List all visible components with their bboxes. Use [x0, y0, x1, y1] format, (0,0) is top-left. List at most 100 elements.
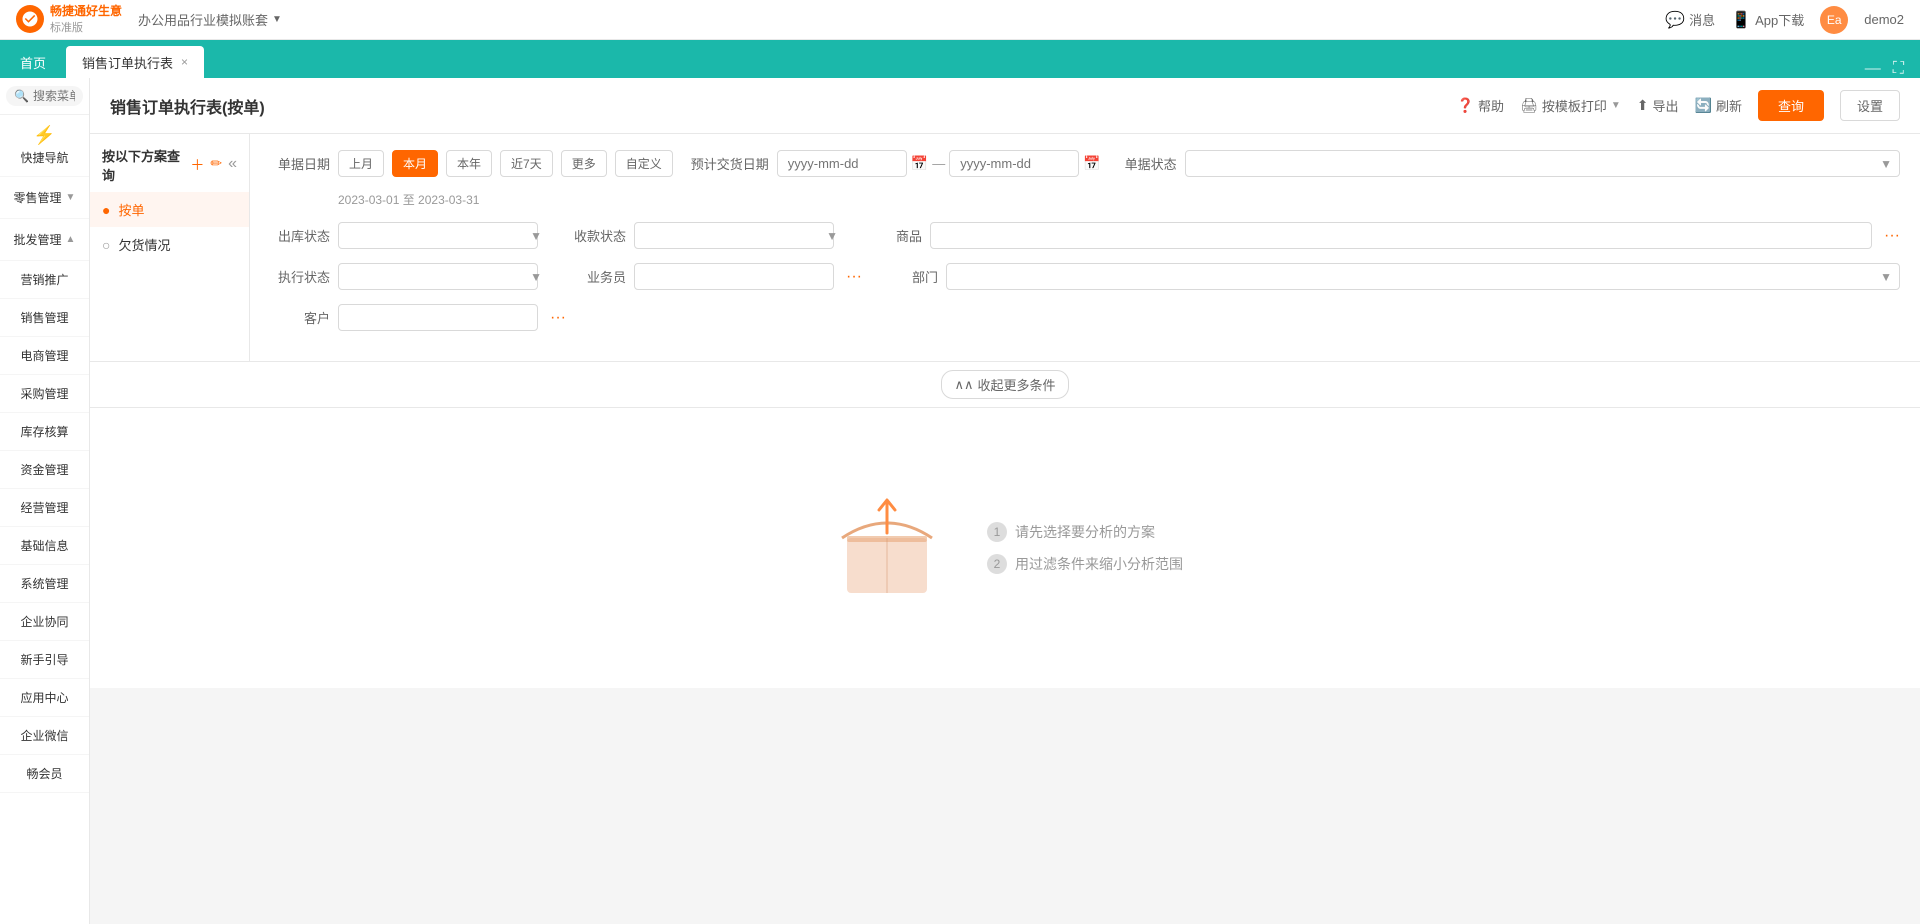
print-button[interactable]: 🖨 按模板打印 ▼: [1520, 96, 1621, 115]
sidebar-item-label: 库存核算: [20, 423, 68, 440]
search-input[interactable]: [33, 89, 75, 103]
out-status-select[interactable]: [338, 222, 538, 249]
app-download-action[interactable]: 📱 App下载: [1731, 10, 1804, 30]
date-btn-this-month[interactable]: 本月: [392, 150, 438, 177]
top-nav: 畅捷通好生意 标准版 办公用品行业模拟账套 ▼ 💬 消息 📱 App下载 Ea …: [0, 0, 1920, 40]
sidebar-item-newbie[interactable]: 新手引导: [0, 641, 89, 679]
filter-nav-by-owe[interactable]: ○ 欠货情况: [90, 227, 249, 262]
add-scheme-icon[interactable]: ＋: [190, 155, 204, 175]
goods-input[interactable]: [930, 222, 1872, 249]
sidebar-item-apps[interactable]: 应用中心: [0, 679, 89, 717]
message-label: 消息: [1689, 10, 1715, 29]
nav-dropdown[interactable]: 办公用品行业模拟账套 ▼: [130, 6, 290, 33]
empty-state: 1 请先选择要分析的方案 2 用过滤条件来缩小分析范围: [90, 408, 1920, 688]
date-btn-custom[interactable]: 自定义: [615, 150, 673, 177]
export-button[interactable]: ⬆ 导出: [1637, 96, 1679, 115]
payment-status-select[interactable]: [634, 222, 834, 249]
filter-form: 单据日期 上月 本月 本年 近7天 更多 自定义 预计交货日期: [250, 134, 1920, 361]
tip-text-2: 用过滤条件来缩小分析范围: [1015, 554, 1183, 574]
empty-illustration: [827, 488, 947, 608]
dept-select-wrap: ▼: [946, 263, 1900, 290]
chevron-icon: ▼: [66, 192, 76, 203]
payment-status-label: 收款状态: [566, 226, 626, 245]
date-separator: —: [932, 156, 945, 171]
salesman-label: 业务员: [566, 267, 626, 286]
avatar-text: Ea: [1827, 13, 1842, 27]
salesman-group: 业务员 ···: [566, 263, 862, 290]
sidebar-item-purchase[interactable]: 采购管理: [0, 375, 89, 413]
filter-sidebar-actions: ＋ ✏ «: [190, 155, 237, 175]
chevron-icon: ▲: [66, 234, 76, 245]
collapse-btn-label: 收起更多条件: [978, 375, 1056, 394]
search-button[interactable]: 查询: [1758, 90, 1824, 121]
page-actions: ❓ 帮助 🖨 按模板打印 ▼ ⬆ 导出 🔄 刷新 查询 设置: [1457, 90, 1900, 121]
refresh-button[interactable]: 🔄 刷新: [1695, 96, 1742, 115]
date-label: 单据日期: [270, 154, 330, 173]
filter-panel: 按以下方案查询 ＋ ✏ « ● 按单 ○ 欠货情况: [90, 134, 1920, 362]
collapse-scheme-icon[interactable]: «: [228, 155, 237, 175]
sidebar-item-retail[interactable]: 零售管理 ▼: [0, 177, 89, 219]
sidebar-item-label: 批发管理: [14, 231, 62, 248]
settings-button[interactable]: 设置: [1840, 90, 1900, 121]
sidebar-item-member[interactable]: 畅会员: [0, 755, 89, 793]
filter-nav-by-order[interactable]: ● 按单: [90, 192, 249, 227]
sidebar-search-inner: 🔍: [6, 86, 83, 106]
expected-date-end[interactable]: [949, 150, 1079, 177]
date-btn-7days[interactable]: 近7天: [500, 150, 553, 177]
user-name[interactable]: demo2: [1864, 12, 1904, 27]
logo-text-area: 畅捷通好生意 标准版: [50, 4, 122, 34]
collapse-bar: ∧∧ 收起更多条件: [90, 362, 1920, 408]
edit-scheme-icon[interactable]: ✏: [210, 155, 222, 175]
sidebar-item-operations[interactable]: 经营管理: [0, 489, 89, 527]
avatar[interactable]: Ea: [1820, 6, 1848, 34]
tip-text-1: 请先选择要分析的方案: [1015, 522, 1155, 542]
date-btn-more[interactable]: 更多: [561, 150, 607, 177]
sidebar-item-inventory[interactable]: 库存核算: [0, 413, 89, 451]
salesman-input[interactable]: [634, 263, 834, 290]
export-icon: ⬆: [1637, 97, 1649, 114]
logo-text: 畅捷通好生意: [50, 4, 122, 18]
sidebar-item-label: 应用中心: [20, 689, 68, 706]
sidebar-item-basic[interactable]: 基础信息: [0, 527, 89, 565]
sidebar-item-label: 零售管理: [14, 189, 62, 206]
customer-more-icon[interactable]: ···: [550, 309, 566, 327]
salesman-more-icon[interactable]: ···: [846, 268, 862, 286]
minimize-icon[interactable]: —: [1865, 60, 1881, 78]
maximize-icon[interactable]: ⛶: [1893, 60, 1904, 78]
collapse-button[interactable]: ∧∧ 收起更多条件: [941, 370, 1068, 399]
date-btn-last-month[interactable]: 上月: [338, 150, 384, 177]
empty-tip-1: 1 请先选择要分析的方案: [987, 522, 1183, 542]
sidebar-item-quick-nav[interactable]: ⚡ 快捷导航: [0, 115, 89, 177]
sidebar-item-wechat[interactable]: 企业微信: [0, 717, 89, 755]
date-btn-this-year[interactable]: 本年: [446, 150, 492, 177]
help-button[interactable]: ❓ 帮助: [1457, 96, 1504, 115]
exec-status-select[interactable]: [338, 263, 538, 290]
sidebar-item-enterprise[interactable]: 企业协同: [0, 603, 89, 641]
help-label: 帮助: [1478, 96, 1504, 115]
sidebar-search-area: 🔍: [0, 78, 89, 115]
page-header: 销售订单执行表(按单) ❓ 帮助 🖨 按模板打印 ▼ ⬆ 导出 🔄 刷新: [90, 78, 1920, 134]
sidebar-item-marketing[interactable]: 营销推广: [0, 261, 89, 299]
sidebar-item-system[interactable]: 系统管理: [0, 565, 89, 603]
calendar-start-icon[interactable]: 📅: [911, 155, 928, 172]
logo-sub: 标准版: [50, 19, 122, 35]
exec-status-select-wrap: ▼: [338, 263, 550, 290]
sidebar-item-ecommerce[interactable]: 电商管理: [0, 337, 89, 375]
goods-more-icon[interactable]: ···: [1884, 227, 1900, 245]
message-action[interactable]: 💬 消息: [1665, 10, 1715, 30]
tab-active[interactable]: 销售订单执行表 ×: [66, 46, 204, 78]
status-select[interactable]: [1185, 150, 1900, 177]
expected-date-start[interactable]: [777, 150, 907, 177]
tab-close-icon[interactable]: ×: [181, 55, 188, 69]
calendar-end-icon[interactable]: 📅: [1083, 155, 1100, 172]
sidebar-item-sales[interactable]: 销售管理: [0, 299, 89, 337]
dept-select[interactable]: [946, 263, 1900, 290]
logo-area[interactable]: 畅捷通好生意 标准版: [16, 4, 122, 34]
sidebar-item-label: 经营管理: [20, 499, 68, 516]
app-download-label: App下载: [1755, 10, 1804, 29]
sidebar-item-finance[interactable]: 资金管理: [0, 451, 89, 489]
sidebar-item-label: 企业协同: [20, 613, 68, 630]
customer-input[interactable]: [338, 304, 538, 331]
tab-home[interactable]: 首页: [0, 46, 66, 78]
sidebar-item-wholesale[interactable]: 批发管理 ▲: [0, 219, 89, 261]
